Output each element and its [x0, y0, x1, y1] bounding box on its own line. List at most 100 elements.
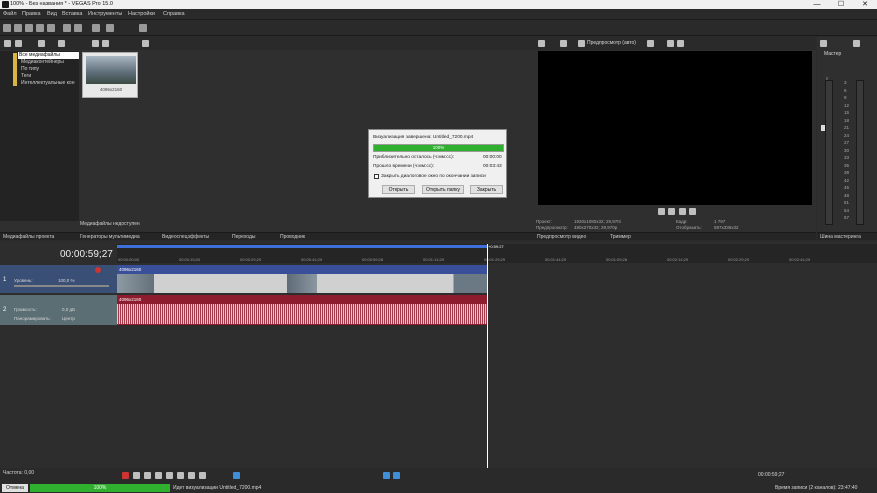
copy-icon[interactable]	[74, 24, 82, 32]
save-snapshot-icon[interactable]	[677, 40, 684, 47]
tree-item-all-media[interactable]: Все медиафайлы	[18, 52, 79, 59]
audio-clip-label: 4096x2160	[119, 297, 142, 302]
preview-quality-icon[interactable]	[578, 40, 585, 47]
video-frames	[117, 274, 487, 293]
transport-bar: Частота: 0,00 00:00:59;27	[0, 468, 877, 483]
preview-pause-icon[interactable]	[668, 208, 675, 215]
save-icon[interactable]	[25, 24, 33, 32]
tree-item-bins[interactable]: Медиаконтейнеры	[18, 59, 79, 66]
menu-insert[interactable]: Вставка	[62, 11, 82, 17]
menu-view[interactable]: Вид	[47, 11, 57, 17]
close-window-button[interactable]: ✕	[853, 0, 877, 9]
tree-item-tags[interactable]: Теги	[18, 73, 79, 80]
render-status-progress-label: 100%	[93, 485, 107, 491]
video-clip[interactable]: 4096x2160	[117, 265, 487, 293]
zoom-icon[interactable]	[142, 40, 149, 47]
copy-snapshot-icon[interactable]	[667, 40, 674, 47]
transport-play-icon[interactable]	[155, 472, 162, 479]
go-to-start-icon[interactable]	[188, 472, 195, 479]
transport-pause-icon[interactable]	[166, 472, 173, 479]
frame-label: Кадр:	[676, 219, 688, 224]
preview-fx-icon[interactable]	[560, 40, 567, 47]
master-meter-right	[856, 80, 864, 225]
import-icon[interactable]	[4, 40, 11, 47]
audio-clip[interactable]: 4096x2160	[117, 295, 487, 325]
loop-icon[interactable]	[133, 472, 140, 479]
ruler-tick-label: 00:00:44;29	[301, 257, 323, 262]
close-button[interactable]: Закрыть	[470, 185, 503, 194]
mixer-fx-icon[interactable]	[853, 40, 860, 47]
frame-value: 1 797	[714, 219, 726, 224]
ruler-tick-label: 00:02:44;29	[789, 257, 811, 262]
playhead[interactable]	[487, 244, 488, 468]
tree-item-by-type[interactable]: По типу	[18, 66, 79, 73]
tab-trimmer[interactable]: Триммер	[610, 234, 631, 240]
mixer-settings-icon[interactable]	[820, 40, 827, 47]
transport-stop-icon[interactable]	[177, 472, 184, 479]
tab-video-preview[interactable]: Предпросмотр видео	[537, 234, 586, 240]
play-from-start-icon[interactable]	[144, 472, 151, 479]
open-button[interactable]: Открыть	[382, 185, 415, 194]
thumbnail-caption: 4096x2160	[99, 87, 123, 92]
meter-scale-label: 3	[844, 80, 847, 85]
capture-icon[interactable]	[15, 40, 22, 47]
ruler-tick-label: 00:01:59;28	[606, 257, 628, 262]
meter-scale-label: 27	[844, 140, 850, 145]
mute-icon[interactable]	[95, 267, 101, 273]
go-to-end-icon[interactable]	[199, 472, 206, 479]
undo-icon[interactable]	[92, 24, 100, 32]
video-track-header[interactable]: 1 Уровень: 100,0 %	[0, 265, 117, 293]
open-icon[interactable]	[14, 24, 22, 32]
redo-icon[interactable]	[106, 24, 114, 32]
menu-help[interactable]: Справка	[163, 11, 185, 17]
preview-stop-icon[interactable]	[679, 208, 686, 215]
tree-item-smart-bins[interactable]: Интеллектуальные кон	[18, 80, 79, 87]
cancel-render-button[interactable]: Отмена	[2, 484, 28, 492]
preview-play-icon[interactable]	[658, 208, 665, 215]
ruler-tick-label: 00:02:29;29	[728, 257, 750, 262]
preview-settings-icon[interactable]	[538, 40, 545, 47]
auto-ripple-icon[interactable]	[393, 472, 400, 479]
new-project-icon[interactable]	[3, 24, 11, 32]
tab-project-media[interactable]: Медиафайлы проекта	[3, 234, 54, 240]
close-on-complete-checkbox[interactable]	[374, 174, 379, 179]
preview-quality-dropdown[interactable]: Предпросмотр (авто)	[587, 40, 636, 46]
stop-icon[interactable]	[102, 40, 109, 47]
settings-icon[interactable]	[47, 24, 55, 32]
properties-icon[interactable]	[36, 24, 44, 32]
record-time: 00:00:59;27	[758, 472, 785, 478]
video-frame	[538, 51, 812, 205]
overlays-icon[interactable]	[647, 40, 654, 47]
snap-icon[interactable]	[383, 472, 390, 479]
tab-explorer[interactable]: Проводник	[280, 234, 305, 240]
play-icon[interactable]	[92, 40, 99, 47]
menu-edit[interactable]: Правка	[22, 11, 41, 17]
remove-icon[interactable]	[58, 40, 65, 47]
tab-transitions[interactable]: Переходы	[232, 234, 255, 240]
render-status-text: Идет визуализации Untitled_7200.mp4	[173, 485, 262, 491]
tab-media-generators[interactable]: Генераторы мультимедиа	[80, 234, 140, 240]
tab-master-bus[interactable]: Шина мастеринга	[820, 234, 861, 240]
menu-bar: Файл Правка Вид Вставка Инструменты Наст…	[0, 9, 877, 20]
record-icon[interactable]	[122, 472, 129, 479]
get-media-icon[interactable]	[38, 40, 45, 47]
audio-track-header[interactable]: 2 Громкость: 0,0 дБ Панорамировать: Цент…	[0, 295, 117, 325]
meter-scale-label: 30	[844, 147, 850, 153]
menu-tools[interactable]: Инструменты	[88, 11, 122, 17]
display-label: Отобразить:	[676, 225, 702, 230]
menu-file[interactable]: Файл	[3, 11, 17, 17]
tab-video-fx[interactable]: Видеоспецэффекты	[162, 234, 209, 240]
video-level-slider[interactable]	[14, 285, 109, 287]
minimize-button[interactable]: —	[805, 0, 829, 9]
help-icon[interactable]	[139, 24, 147, 32]
maximize-button[interactable]: ☐	[829, 0, 853, 9]
normal-edit-tool-icon[interactable]	[233, 472, 240, 479]
menu-options[interactable]: Настройки	[128, 11, 155, 17]
loop-region-bar[interactable]	[117, 245, 487, 248]
media-thumbnail[interactable]: 4096x2160	[82, 52, 138, 98]
preview-menu-icon[interactable]	[689, 208, 696, 215]
open-folder-button[interactable]: Открыть папку	[422, 185, 464, 194]
cut-icon[interactable]	[63, 24, 71, 32]
meter-scale-label: 48	[844, 192, 850, 198]
folder-icon	[13, 53, 17, 86]
